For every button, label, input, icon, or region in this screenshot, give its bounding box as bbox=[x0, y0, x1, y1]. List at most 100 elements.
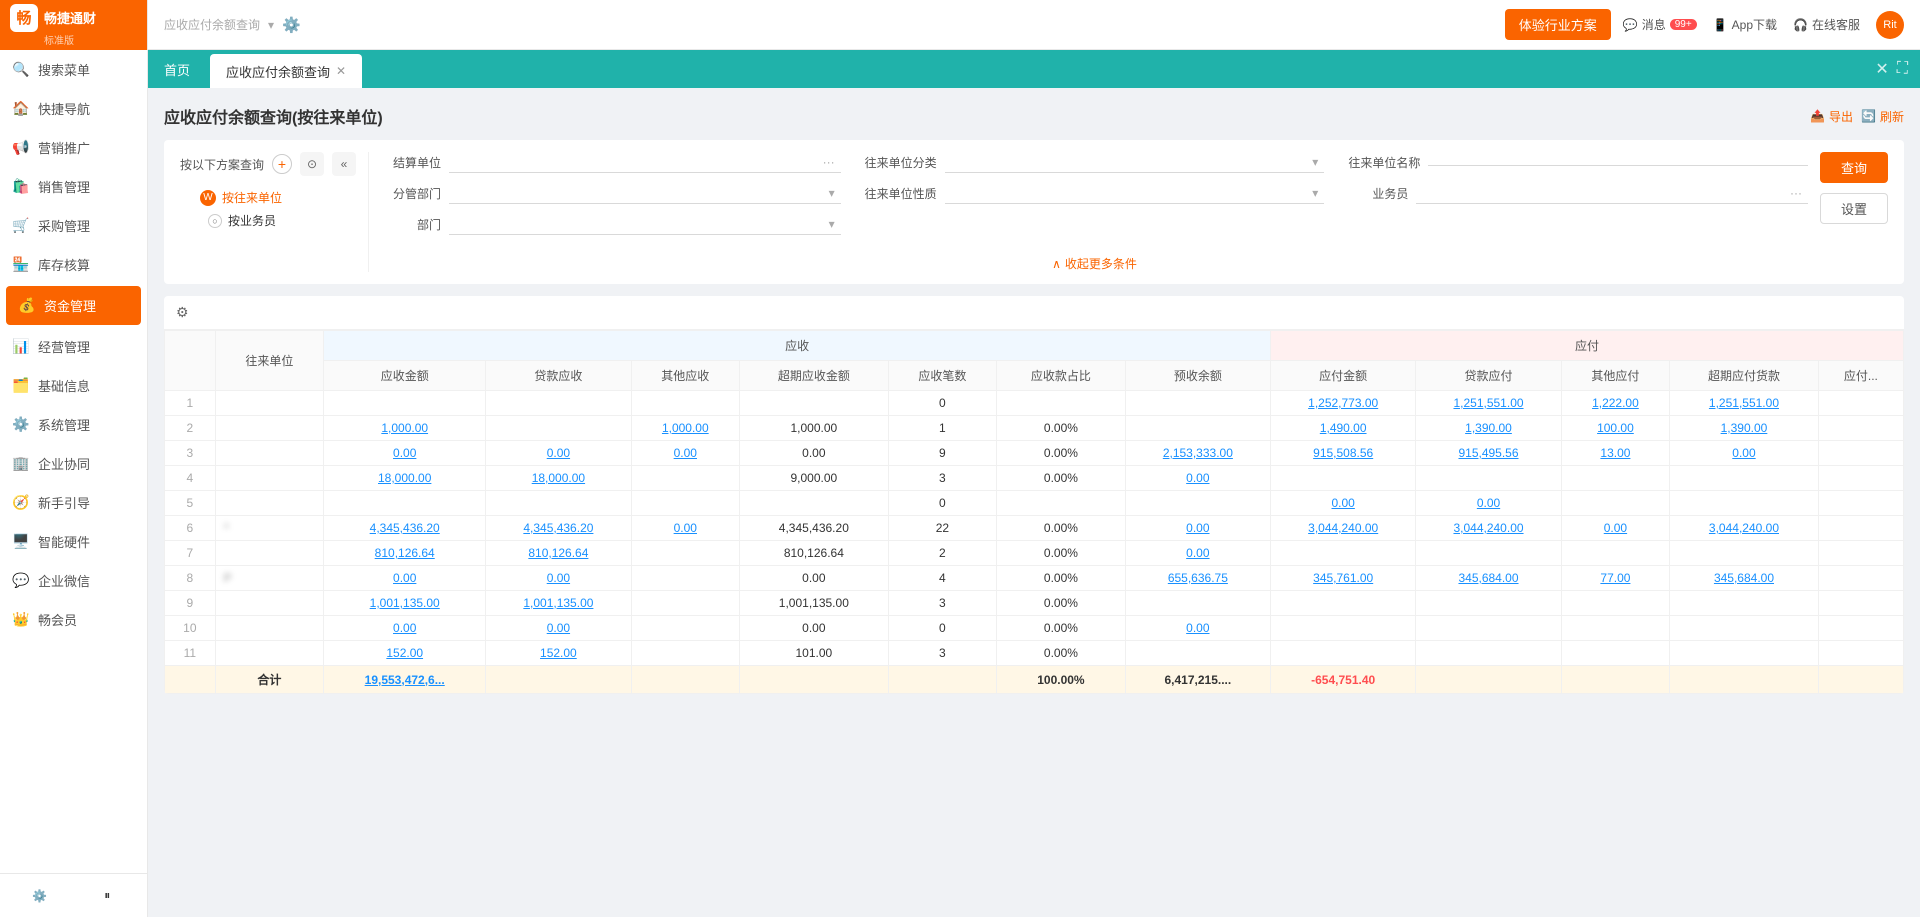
app-download-btn[interactable]: 📱 App下载 bbox=[1713, 16, 1777, 33]
col-ap-loan: 贷款应付 bbox=[1416, 361, 1561, 391]
search-collapse-left-btn[interactable]: « bbox=[332, 152, 356, 176]
sidebar-item-quick-nav[interactable]: 🏠 快捷导航 bbox=[0, 89, 147, 128]
total-ar-prepay: 6,417,215.... bbox=[1125, 666, 1270, 694]
header-right: 💬 消息 99+ 📱 App下载 🎧 在线客服 Rit bbox=[1623, 11, 1904, 39]
sidebar-item-hardware[interactable]: 🖥️ 智能硬件 bbox=[0, 522, 147, 561]
sidebar-item-sales[interactable]: 🛍️ 销售管理 bbox=[0, 167, 147, 206]
settlement-unit-input[interactable]: ··· bbox=[449, 152, 841, 173]
table-row: 418,000.0018,000.009,000.0030.00%0.00 bbox=[165, 466, 1904, 491]
table-row: 91,001,135.001,001,135.001,001,135.0030.… bbox=[165, 591, 1904, 616]
total-ar-ratio: 100.00% bbox=[997, 666, 1126, 694]
search-field-customer-category: 往来单位分类 ▾ bbox=[865, 152, 1325, 173]
sidebar-settings-btn[interactable]: ⚙️ bbox=[8, 882, 72, 909]
col-ap-overdue: 超期应付货款 bbox=[1670, 361, 1819, 391]
sidebar: 畅 畅捷通财 标准版 🔍 搜索菜单 🏠 快捷导航 📢 营销推广 🛍️ 销售管理 … bbox=[0, 0, 148, 917]
finance-icon: 💰 bbox=[18, 297, 36, 315]
sidebar-item-finance[interactable]: 💰 资金管理 bbox=[6, 286, 141, 325]
page-content: 应收应付余额查询(按往来单位) 📤 导出 🔄 刷新 按以下方案查询 + bbox=[148, 88, 1920, 917]
search-tree: W 按往来单位 ○ 按业务员 bbox=[192, 186, 356, 232]
col-customer: 往来单位 bbox=[215, 331, 324, 391]
sidebar-item-base[interactable]: 🗂️ 基础信息 bbox=[0, 366, 147, 405]
messages-badge: 99+ bbox=[1670, 19, 1697, 30]
search-collapse-btn[interactable]: ∧ 收起更多条件 bbox=[381, 255, 1808, 272]
salesman-icon: ○ bbox=[208, 214, 222, 228]
search-area: 按以下方案查询 + ⊙ « W 按往来单位 ○ 按业务员 bbox=[164, 140, 1904, 284]
user-avatar[interactable]: Rit bbox=[1876, 11, 1904, 39]
sidebar-item-wechat[interactable]: 💬 企业微信 bbox=[0, 561, 147, 600]
base-icon: 🗂️ bbox=[12, 377, 30, 395]
sidebar-item-search[interactable]: 🔍 搜索菜单 bbox=[0, 50, 147, 89]
search-option-settings-btn[interactable]: ⊙ bbox=[300, 152, 324, 176]
search-field-dept-mgr: 分管部门 ▾ bbox=[381, 183, 841, 204]
table-row: 100.000.000.0000.00%0.00 bbox=[165, 616, 1904, 641]
online-service-btn[interactable]: 🎧 在线客服 bbox=[1793, 16, 1860, 33]
guide-icon: 🧭 bbox=[12, 494, 30, 512]
dept-input[interactable]: ▾ bbox=[449, 214, 841, 235]
download-icon: 📱 bbox=[1713, 18, 1728, 32]
customer-nature-input[interactable]: ▾ bbox=[945, 183, 1325, 204]
sidebar-item-marketing[interactable]: 📢 营销推广 bbox=[0, 128, 147, 167]
table-row: 30.000.000.000.0090.00%2,153,333.00915,5… bbox=[165, 441, 1904, 466]
col-ap-more: 应付... bbox=[1818, 361, 1903, 391]
sales-icon: 🛍️ bbox=[12, 178, 30, 196]
tab-home[interactable]: 首页 bbox=[148, 50, 206, 88]
sidebar-item-guide[interactable]: 🧭 新手引导 bbox=[0, 483, 147, 522]
marketing-icon: 📢 bbox=[12, 139, 30, 157]
search-by-salesman[interactable]: ○ 按业务员 bbox=[200, 209, 356, 232]
ops-icon: 📊 bbox=[12, 338, 30, 356]
table-container: ⚙ 往来单位 应收 应付 应收金额 贷款应收 其他应收 超期应收金额 bbox=[164, 296, 1904, 694]
query-btn[interactable]: 查询 bbox=[1820, 152, 1888, 183]
customer-category-input[interactable]: ▾ bbox=[945, 152, 1325, 173]
breadcrumb-text: 应收应付余额查询 bbox=[164, 16, 260, 33]
app-edition: 标准版 bbox=[44, 32, 74, 47]
total-ap-amount: -654,751.40 bbox=[1271, 666, 1416, 694]
col-seq bbox=[165, 331, 216, 391]
top-header: 应收应付余额查询 ▾ ⚙️ 体验行业方案 💬 消息 99+ 📱 App下载 🎧 … bbox=[148, 0, 1920, 50]
system-icon: ⚙️ bbox=[12, 416, 30, 434]
search-right-btns: 查询 设置 bbox=[1820, 152, 1888, 272]
sidebar-item-purchase[interactable]: 🛒 采购管理 bbox=[0, 206, 147, 245]
settings-btn[interactable]: 设置 bbox=[1820, 193, 1888, 224]
sidebar-item-system[interactable]: ⚙️ 系统管理 bbox=[0, 405, 147, 444]
sidebar-item-ops[interactable]: 📊 经营管理 bbox=[0, 327, 147, 366]
export-icon: 📤 bbox=[1810, 109, 1825, 123]
col-ar-loan: 贷款应收 bbox=[486, 361, 631, 391]
col-group-ar: 应收 bbox=[324, 331, 1271, 361]
col-ar-prepay: 预收余额 bbox=[1125, 361, 1270, 391]
table-settings-icon[interactable]: ⚙ bbox=[176, 304, 189, 321]
corp-icon: 🏢 bbox=[12, 455, 30, 473]
sidebar-collapse-btn[interactable]: ⏸ bbox=[76, 882, 140, 909]
refresh-btn[interactable]: 🔄 刷新 bbox=[1861, 108, 1904, 125]
customer-name-input[interactable] bbox=[1428, 159, 1808, 166]
export-btn[interactable]: 📤 导出 bbox=[1810, 108, 1853, 125]
solution-btn[interactable]: 体验行业方案 bbox=[1505, 9, 1611, 40]
sidebar-item-corp[interactable]: 🏢 企业协同 bbox=[0, 444, 147, 483]
header-settings-icon[interactable]: ⚙️ bbox=[282, 16, 301, 34]
dept-mgr-input[interactable]: ▾ bbox=[449, 183, 841, 204]
messages-btn[interactable]: 💬 消息 99+ bbox=[1623, 16, 1697, 33]
breadcrumb-dropdown-icon[interactable]: ▾ bbox=[268, 18, 274, 32]
message-icon: 💬 bbox=[1623, 18, 1638, 32]
sidebar-item-member[interactable]: 👑 畅会员 bbox=[0, 600, 147, 639]
main-area: 应收应付余额查询 ▾ ⚙️ 体验行业方案 💬 消息 99+ 📱 App下载 🎧 … bbox=[148, 0, 1920, 917]
table-row: 21,000.001,000.001,000.0010.00%1,490.001… bbox=[165, 416, 1904, 441]
refresh-icon: 🔄 bbox=[1861, 109, 1876, 123]
customer-icon: W bbox=[200, 190, 216, 206]
table-row: 6^4,345,436.204,345,436.200.004,345,436.… bbox=[165, 516, 1904, 541]
total-row: 合计 19,553,472,6... 100.00% 6,417,215....… bbox=[165, 666, 1904, 694]
tab-close-icon[interactable]: ✕ bbox=[336, 64, 346, 78]
tab-expand-icon[interactable]: ⛶ bbox=[1897, 60, 1908, 78]
salesman-input[interactable]: ··· bbox=[1416, 183, 1808, 204]
search-by-customer[interactable]: W 按往来单位 bbox=[192, 186, 356, 209]
home-icon: 🏠 bbox=[12, 100, 30, 118]
service-icon: 🎧 bbox=[1793, 18, 1808, 32]
tab-bar-right: ✕ ⛶ bbox=[1875, 59, 1920, 79]
tab-close-all-icon[interactable]: ✕ bbox=[1875, 59, 1888, 79]
sidebar-item-inventory[interactable]: 🏪 库存核算 bbox=[0, 245, 147, 284]
col-ar-overdue: 超期应收金额 bbox=[740, 361, 889, 391]
tab-araps[interactable]: 应收应付余额查询 ✕ bbox=[210, 54, 362, 88]
search-add-btn[interactable]: + bbox=[272, 154, 292, 174]
table-row: 8P0.000.000.0040.00%655,636.75345,761.00… bbox=[165, 566, 1904, 591]
search-field-dept: 部门 ▾ bbox=[381, 214, 841, 235]
total-ar-amount: 19,553,472,6... bbox=[324, 666, 486, 694]
